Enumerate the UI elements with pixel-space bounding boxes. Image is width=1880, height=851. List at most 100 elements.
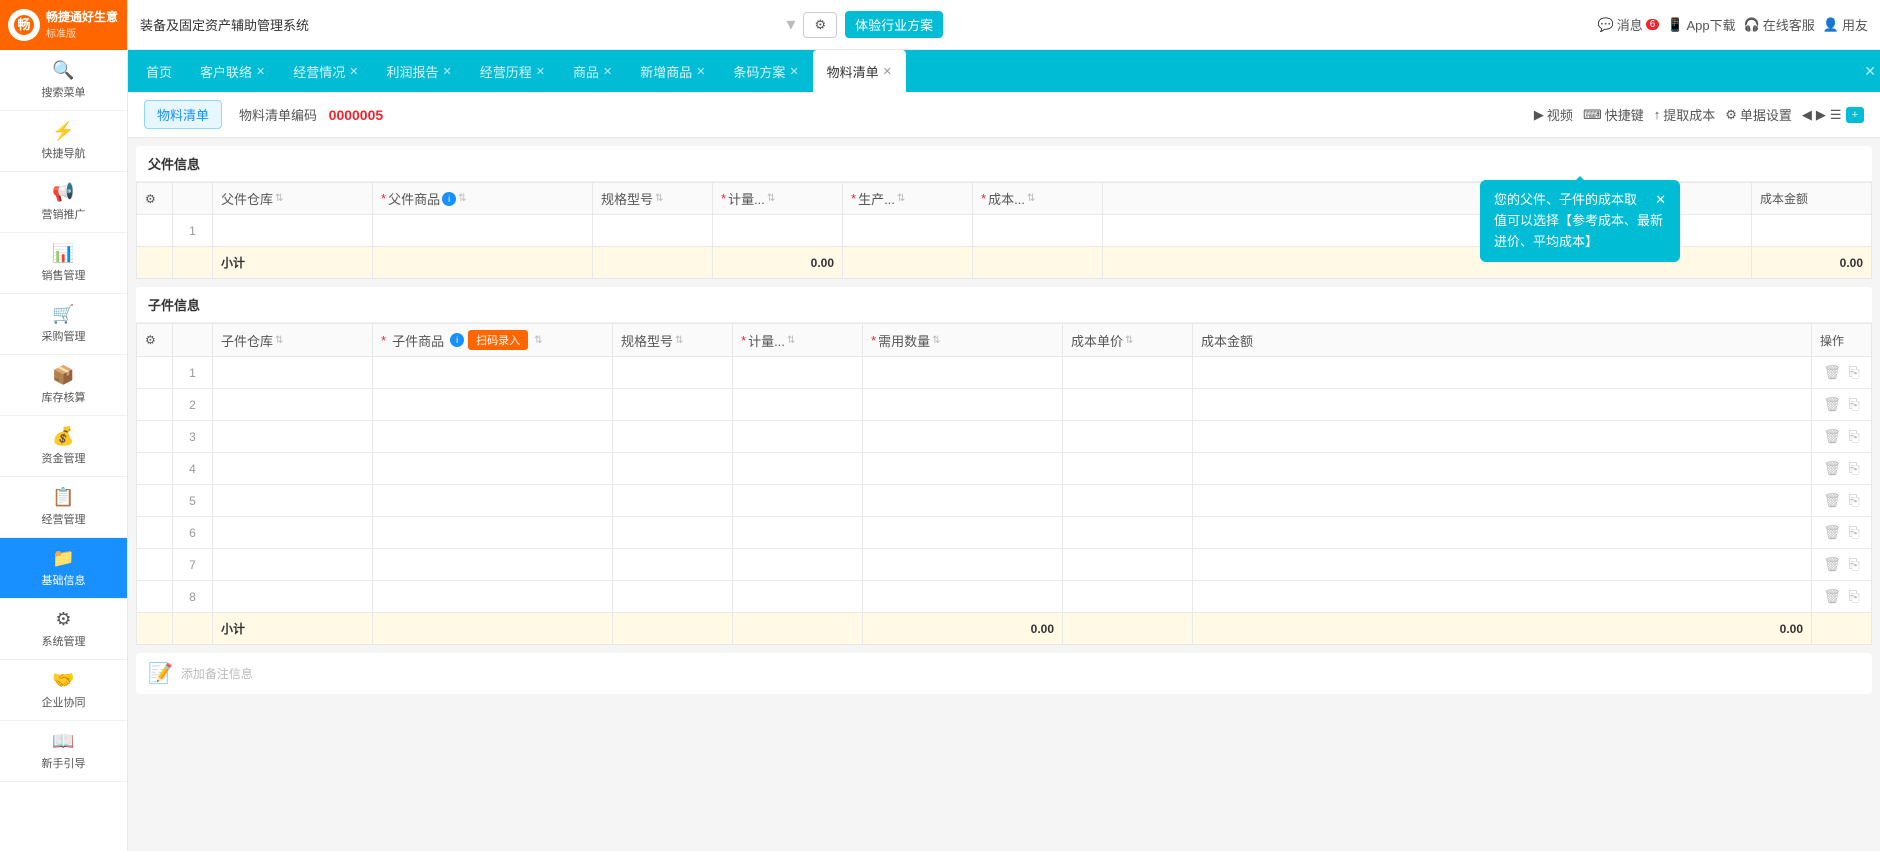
child-row-5-warehouse[interactable] [213, 485, 373, 517]
delete-icon-7[interactable]: 🗑 [1823, 556, 1841, 572]
child-sort-3[interactable]: ⇅ [675, 335, 683, 346]
nav-tab-6[interactable]: 新增商品✕ [626, 50, 719, 92]
settings-btn[interactable]: ⚙ [803, 12, 837, 38]
sidebar-item-inventory[interactable]: 📦库存核算 [0, 355, 127, 416]
sidebar-item-guide[interactable]: 📖新手引导 [0, 721, 127, 782]
sidebar-item-sales[interactable]: 📊销售管理 [0, 233, 127, 294]
scan-btn[interactable]: 扫码录入 [468, 330, 528, 350]
child-row-1-unit-cost[interactable] [1063, 357, 1193, 389]
copy-icon-8[interactable]: ⎘ [1848, 588, 1859, 604]
nav-tab-0[interactable]: 首页 [132, 50, 186, 92]
close-all-tabs-btn[interactable]: ✕ [1864, 63, 1876, 80]
nav-tab-close-7[interactable]: ✕ [789, 65, 798, 78]
delete-icon-6[interactable]: 🗑 [1823, 524, 1841, 540]
sort-icon-4[interactable]: ⇅ [767, 193, 775, 204]
copy-icon-1[interactable]: ⎘ [1848, 364, 1859, 380]
child-row-4-qty[interactable] [733, 453, 863, 485]
nav-tab-close-5[interactable]: ✕ [603, 65, 612, 78]
sort-icon-3[interactable]: ⇅ [655, 193, 663, 204]
child-row-6-spec[interactable] [613, 517, 733, 549]
child-row-6-need-qty[interactable] [863, 517, 1063, 549]
delete-icon-2[interactable]: 🗑 [1823, 396, 1841, 412]
parent-row-1-cost[interactable] [973, 215, 1103, 247]
delete-icon-3[interactable]: 🗑 [1823, 428, 1841, 444]
child-row-2-qty[interactable] [733, 389, 863, 421]
child-row-7-qty[interactable] [733, 549, 863, 581]
child-row-7-need-qty[interactable] [863, 549, 1063, 581]
child-row-4-spec[interactable] [613, 453, 733, 485]
delete-icon-5[interactable]: 🗑 [1823, 492, 1841, 508]
prev-btn[interactable]: ◀ [1802, 107, 1812, 123]
child-row-3-warehouse[interactable] [213, 421, 373, 453]
child-sort-5[interactable]: ⇅ [932, 335, 940, 346]
child-row-5-unit-cost[interactable] [1063, 485, 1193, 517]
child-row-7-unit-cost[interactable] [1063, 549, 1193, 581]
child-sort-4[interactable]: ⇅ [787, 335, 795, 346]
nav-tab-4[interactable]: 经营历程✕ [466, 50, 559, 92]
sidebar-item-quick-nav[interactable]: ⚡快捷导航 [0, 111, 127, 172]
trial-btn[interactable]: 体验行业方案 [845, 11, 943, 38]
child-row-4-product[interactable] [373, 453, 613, 485]
child-sort-1[interactable]: ⇅ [275, 335, 283, 346]
sidebar-item-operations[interactable]: 📋经营管理 [0, 477, 127, 538]
child-row-6-warehouse[interactable] [213, 517, 373, 549]
sort-icon-5[interactable]: ⇅ [897, 193, 905, 204]
child-row-6-product[interactable] [373, 517, 613, 549]
nav-tab-close-4[interactable]: ✕ [536, 65, 545, 78]
child-row-6-unit-cost[interactable] [1063, 517, 1193, 549]
nav-tab-8[interactable]: 物料清单✕ [813, 50, 906, 92]
child-row-3-product[interactable] [373, 421, 613, 453]
sort-icon-6[interactable]: ⇅ [1027, 193, 1035, 204]
nav-tab-1[interactable]: 客户联络✕ [186, 50, 279, 92]
next-btn[interactable]: ▶ [1816, 107, 1826, 123]
parent-col-settings[interactable]: ⚙ [137, 183, 173, 215]
user-btn[interactable]: 👤 用友 [1823, 15, 1868, 34]
child-row-6-qty[interactable] [733, 517, 863, 549]
child-col-settings[interactable]: ⚙ [137, 324, 173, 357]
nav-tab-2[interactable]: 经营情况✕ [279, 50, 372, 92]
extract-cost-btn[interactable]: ↑ 提取成本 [1654, 105, 1716, 124]
online-service-btn[interactable]: 🎧 在线客服 [1744, 15, 1815, 34]
tab-material-code[interactable]: 物料清单编码 0000005 [226, 100, 396, 129]
nav-tab-5[interactable]: 商品✕ [559, 50, 626, 92]
nav-tab-close-6[interactable]: ✕ [696, 65, 705, 78]
child-row-3-qty[interactable] [733, 421, 863, 453]
message-btn[interactable]: 💬 消息 6 [1598, 15, 1660, 34]
child-row-2-spec[interactable] [613, 389, 733, 421]
child-row-1-warehouse[interactable] [213, 357, 373, 389]
menu-btn[interactable]: ☰ [1830, 107, 1842, 123]
nav-tab-7[interactable]: 条码方案✕ [719, 50, 812, 92]
copy-icon-5[interactable]: ⎘ [1848, 492, 1859, 508]
child-row-2-unit-cost[interactable] [1063, 389, 1193, 421]
child-sort-2[interactable]: ⇅ [534, 335, 542, 346]
app-download-btn[interactable]: 📱 App下载 [1667, 15, 1735, 34]
single-settings-btn[interactable]: ⚙ 单据设置 [1725, 105, 1792, 124]
sidebar-item-purchase[interactable]: 🛒采购管理 [0, 294, 127, 355]
copy-icon-7[interactable]: ⎘ [1848, 556, 1859, 572]
parent-row-1-warehouse[interactable] [213, 215, 373, 247]
copy-icon-4[interactable]: ⎘ [1848, 460, 1859, 476]
sort-icon-2[interactable]: ⇅ [458, 193, 466, 204]
nav-tab-close-1[interactable]: ✕ [256, 65, 265, 78]
child-row-8-unit-cost[interactable] [1063, 581, 1193, 613]
child-row-5-need-qty[interactable] [863, 485, 1063, 517]
sidebar-item-finance[interactable]: 💰资金管理 [0, 416, 127, 477]
child-row-3-spec[interactable] [613, 421, 733, 453]
child-row-5-qty[interactable] [733, 485, 863, 517]
child-row-3-unit-cost[interactable] [1063, 421, 1193, 453]
child-row-7-spec[interactable] [613, 549, 733, 581]
video-btn[interactable]: ▶ 视频 [1534, 105, 1573, 124]
copy-icon-3[interactable]: ⎘ [1848, 428, 1859, 444]
child-row-1-qty[interactable] [733, 357, 863, 389]
nav-tab-close-3[interactable]: ✕ [443, 65, 452, 78]
child-row-7-warehouse[interactable] [213, 549, 373, 581]
delete-icon-4[interactable]: 🗑 [1823, 460, 1841, 476]
child-row-8-spec[interactable] [613, 581, 733, 613]
child-row-4-need-qty[interactable] [863, 453, 1063, 485]
child-row-4-warehouse[interactable] [213, 453, 373, 485]
child-row-1-need-qty[interactable] [863, 357, 1063, 389]
child-row-5-spec[interactable] [613, 485, 733, 517]
nav-tab-3[interactable]: 利润报告✕ [372, 50, 465, 92]
child-row-1-product[interactable] [373, 357, 613, 389]
nav-tab-close-2[interactable]: ✕ [349, 65, 358, 78]
